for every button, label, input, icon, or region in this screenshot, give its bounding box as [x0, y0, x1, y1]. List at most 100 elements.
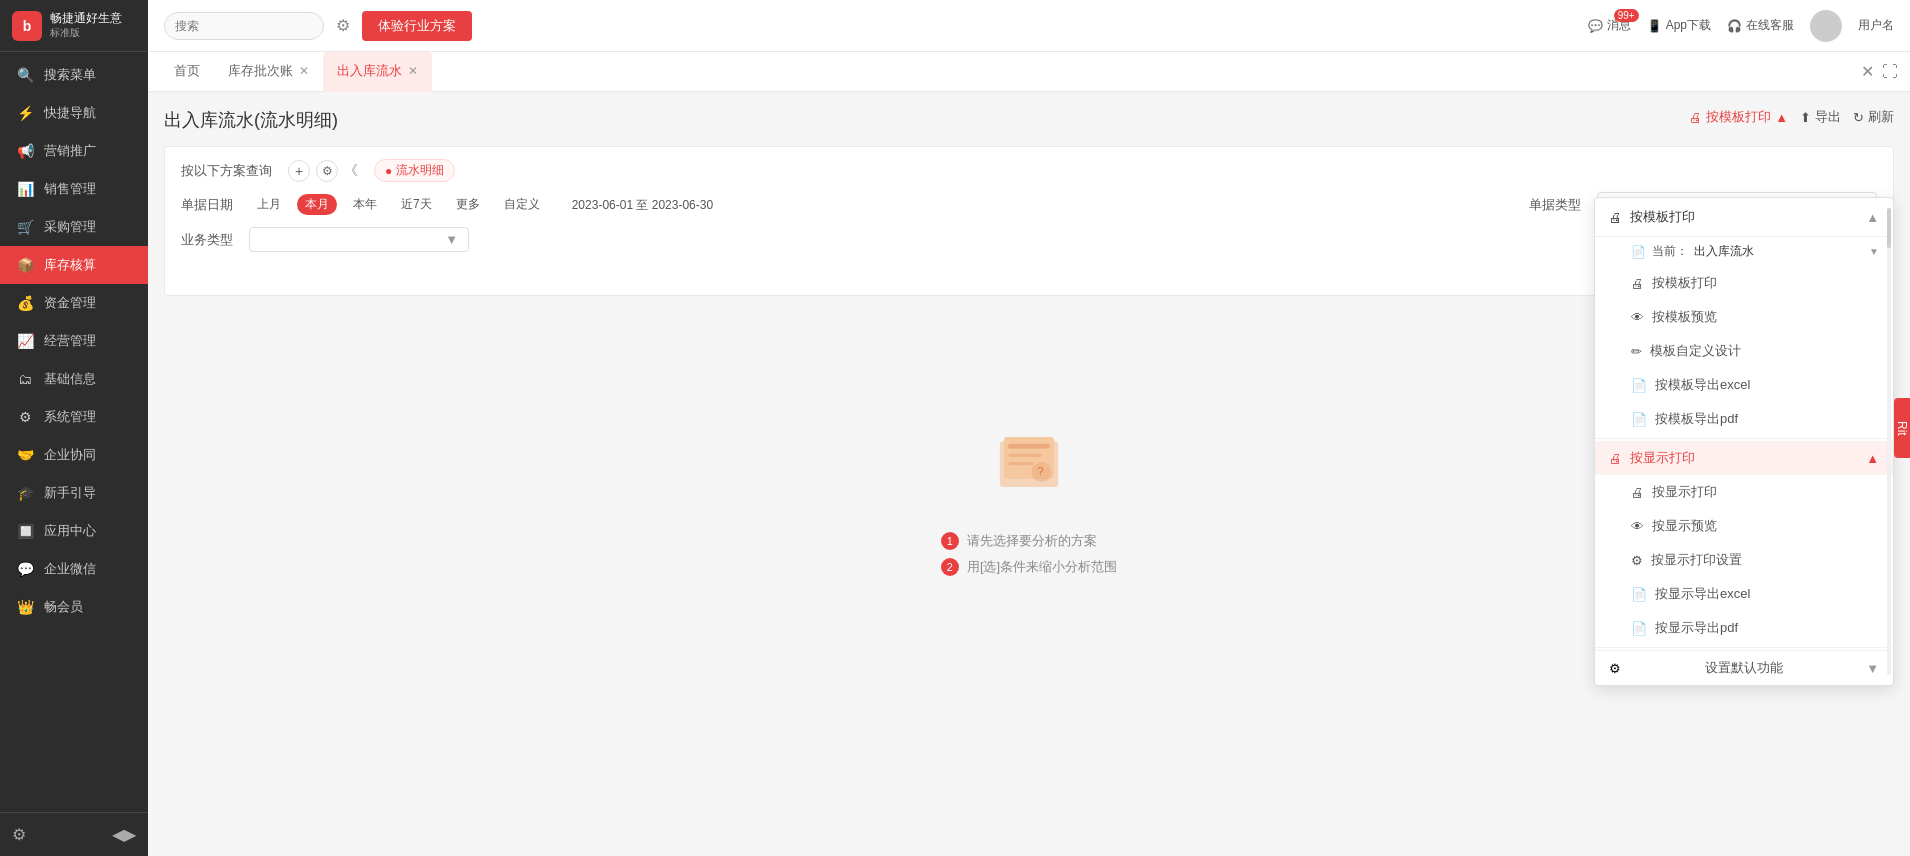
display-excel-icon: 📄	[1631, 587, 1647, 602]
sidebar-item-apps[interactable]: 🔲 应用中心	[0, 512, 148, 550]
tab-home-label: 首页	[174, 62, 200, 80]
biz-type-select[interactable]: ▼	[249, 227, 469, 252]
display-preview-label: 按显示预览	[1652, 517, 1717, 535]
dropdown-item-display-print[interactable]: 🖨 按显示打印	[1595, 475, 1893, 509]
dropdown-scrollbar-thumb	[1887, 208, 1891, 248]
date-label: 单据日期	[181, 196, 233, 214]
date-prev-month-btn[interactable]: 上月	[249, 194, 289, 215]
dropdown-scrollbar-track	[1887, 208, 1891, 675]
dropdown-header-left: 🖨 按模板打印	[1609, 208, 1695, 226]
sidebar-collapse-icon[interactable]: ◀▶	[112, 825, 136, 844]
industry-btn[interactable]: 体验行业方案	[362, 11, 472, 41]
svg-text:?: ?	[1037, 464, 1044, 477]
current-arrow-icon: ▼	[1869, 246, 1879, 257]
tabs-bar: 首页 库存批次账 ✕ 出入库流水 ✕ ✕ ⛶	[148, 52, 1910, 92]
tip-1-text: 请先选择要分析的方案	[967, 532, 1097, 550]
tab-flow[interactable]: 出入库流水 ✕	[323, 52, 432, 92]
dropdown-item-display-pdf[interactable]: 📄 按显示导出pdf	[1595, 611, 1893, 645]
dropdown-current: 📄 当前： 出入库流水 ▼	[1595, 237, 1893, 266]
display-settings-label: 按显示打印设置	[1651, 551, 1742, 569]
template-preview-icon: 👁	[1631, 310, 1644, 325]
filter-setting-btn[interactable]: ⚙	[316, 160, 338, 182]
dropdown-header[interactable]: 🖨 按模板打印 ▲	[1595, 198, 1893, 237]
refresh-btn[interactable]: ↻ 刷新	[1853, 108, 1894, 126]
sidebar-icon-guide: 🎓	[16, 484, 34, 502]
footer-settings-icon: ⚙	[1609, 661, 1621, 676]
sidebar-item-member[interactable]: 👑 畅会员	[0, 588, 148, 626]
empty-tip-1: 1 请先选择要分析的方案	[941, 532, 1117, 550]
username-label[interactable]: 用户名	[1858, 17, 1894, 34]
sidebar-item-wechat[interactable]: 💬 企业微信	[0, 550, 148, 588]
sidebar-item-finance[interactable]: 💰 资金管理	[0, 284, 148, 322]
topbar-message[interactable]: 💬 消息 99+	[1588, 17, 1631, 34]
filter-tag-label: 流水明细	[396, 162, 444, 179]
dropdown-item-display-excel[interactable]: 📄 按显示导出excel	[1595, 577, 1893, 611]
sidebar-label-shortcut: 快捷导航	[44, 104, 96, 122]
active-filter-tag[interactable]: ● 流水明细	[374, 159, 455, 182]
date-current-year-btn[interactable]: 本年	[345, 194, 385, 215]
date-custom-btn[interactable]: 自定义	[496, 194, 548, 215]
dropdown-item-template-preview[interactable]: 👁 按模板预览	[1595, 300, 1893, 334]
filter-actions: + ⚙ 《	[288, 160, 358, 182]
dropdown-item-template-print[interactable]: 🖨 按模板打印	[1595, 266, 1893, 300]
display-print-label: 按显示打印	[1652, 483, 1717, 501]
tab-batch-close[interactable]: ✕	[299, 64, 309, 78]
tab-flow-close[interactable]: ✕	[408, 64, 418, 78]
service-label: 在线客服	[1746, 17, 1794, 34]
filter-add-btn[interactable]: +	[288, 160, 310, 182]
refresh-label: 刷新	[1868, 108, 1894, 126]
print-header-icon: 🖨	[1609, 210, 1622, 225]
topbar: ⚙ 体验行业方案 💬 消息 99+ 📱 App下载 🎧 在线客服 用户名	[148, 0, 1910, 52]
top-actions: 🖨 按模板打印 ▲ ⬆ 导出 ↻ 刷新	[1689, 108, 1894, 126]
sidebar-item-enterprise[interactable]: 🤝 企业协同	[0, 436, 148, 474]
app-download-label: App下载	[1666, 17, 1711, 34]
message-icon: 💬	[1588, 19, 1603, 33]
phone-icon: 📱	[1647, 19, 1662, 33]
dropdown-footer[interactable]: ⚙ 设置默认功能 ▼	[1595, 650, 1893, 685]
sidebar-bottom: ⚙ ◀▶	[0, 812, 148, 856]
sidebar-item-basic[interactable]: 🗂 基础信息	[0, 360, 148, 398]
user-avatar[interactable]	[1810, 10, 1842, 42]
sidebar-item-search[interactable]: 🔍 搜索菜单	[0, 56, 148, 94]
dropdown-item-template-excel[interactable]: 📄 按模板导出excel	[1595, 368, 1893, 402]
tab-home[interactable]: 首页	[160, 52, 214, 92]
dropdown-item-display-preview[interactable]: 👁 按显示预览	[1595, 509, 1893, 543]
export-btn[interactable]: ⬆ 导出	[1800, 108, 1841, 126]
topbar-gear-icon[interactable]: ⚙	[336, 16, 350, 35]
dropdown-section2-header[interactable]: 🖨 按显示打印 ▲	[1595, 441, 1893, 475]
tab-close-all-btn[interactable]: ✕	[1861, 62, 1874, 81]
sidebar-item-operation[interactable]: 📈 经营管理	[0, 322, 148, 360]
tab-batch[interactable]: 库存批次账 ✕	[214, 52, 323, 92]
filter-collapse-btn[interactable]: 《	[344, 162, 358, 180]
tip-2-num: 2	[941, 558, 959, 576]
dropdown-divider	[1595, 438, 1893, 439]
sidebar-item-purchase[interactable]: 🛒 采购管理	[0, 208, 148, 246]
sidebar-item-inventory[interactable]: 📦 库存核算	[0, 246, 148, 284]
sidebar-item-system[interactable]: ⚙ 系统管理	[0, 398, 148, 436]
date-current-month-btn[interactable]: 本月	[297, 194, 337, 215]
sidebar-item-marketing[interactable]: 📢 营销推广	[0, 132, 148, 170]
refresh-icon: ↻	[1853, 110, 1864, 125]
svg-rect-3	[1008, 454, 1041, 457]
message-badge: 99+	[1614, 9, 1639, 22]
search-input[interactable]	[164, 12, 324, 40]
sidebar-settings-icon[interactable]: ⚙	[12, 825, 26, 844]
filter-tag-dot: ●	[385, 164, 392, 178]
sidebar-item-sales[interactable]: 📊 销售管理	[0, 170, 148, 208]
dropdown-item-template-pdf[interactable]: 📄 按模板导出pdf	[1595, 402, 1893, 436]
topbar-online-service[interactable]: 🎧 在线客服	[1727, 17, 1794, 34]
sidebar-item-shortcut[interactable]: ⚡ 快捷导航	[0, 94, 148, 132]
sidebar-icon-finance: 💰	[16, 294, 34, 312]
topbar-app-download[interactable]: 📱 App下载	[1647, 17, 1711, 34]
sidebar-label-guide: 新手引导	[44, 484, 96, 502]
dropdown-item-template-custom[interactable]: ✏ 模板自定义设计	[1595, 334, 1893, 368]
date-more-btn[interactable]: 更多	[448, 194, 488, 215]
dropdown-item-display-settings[interactable]: ⚙ 按显示打印设置	[1595, 543, 1893, 577]
right-edge-btn[interactable]: Rit	[1894, 398, 1910, 458]
date-7days-btn[interactable]: 近7天	[393, 194, 440, 215]
tab-expand-btn[interactable]: ⛶	[1882, 62, 1898, 81]
dropdown-header-chevron-icon: ▲	[1866, 210, 1879, 225]
biz-type-label: 业务类型	[181, 231, 233, 249]
sidebar-item-guide[interactable]: 🎓 新手引导	[0, 474, 148, 512]
print-btn[interactable]: 🖨 按模板打印 ▲	[1689, 108, 1788, 126]
